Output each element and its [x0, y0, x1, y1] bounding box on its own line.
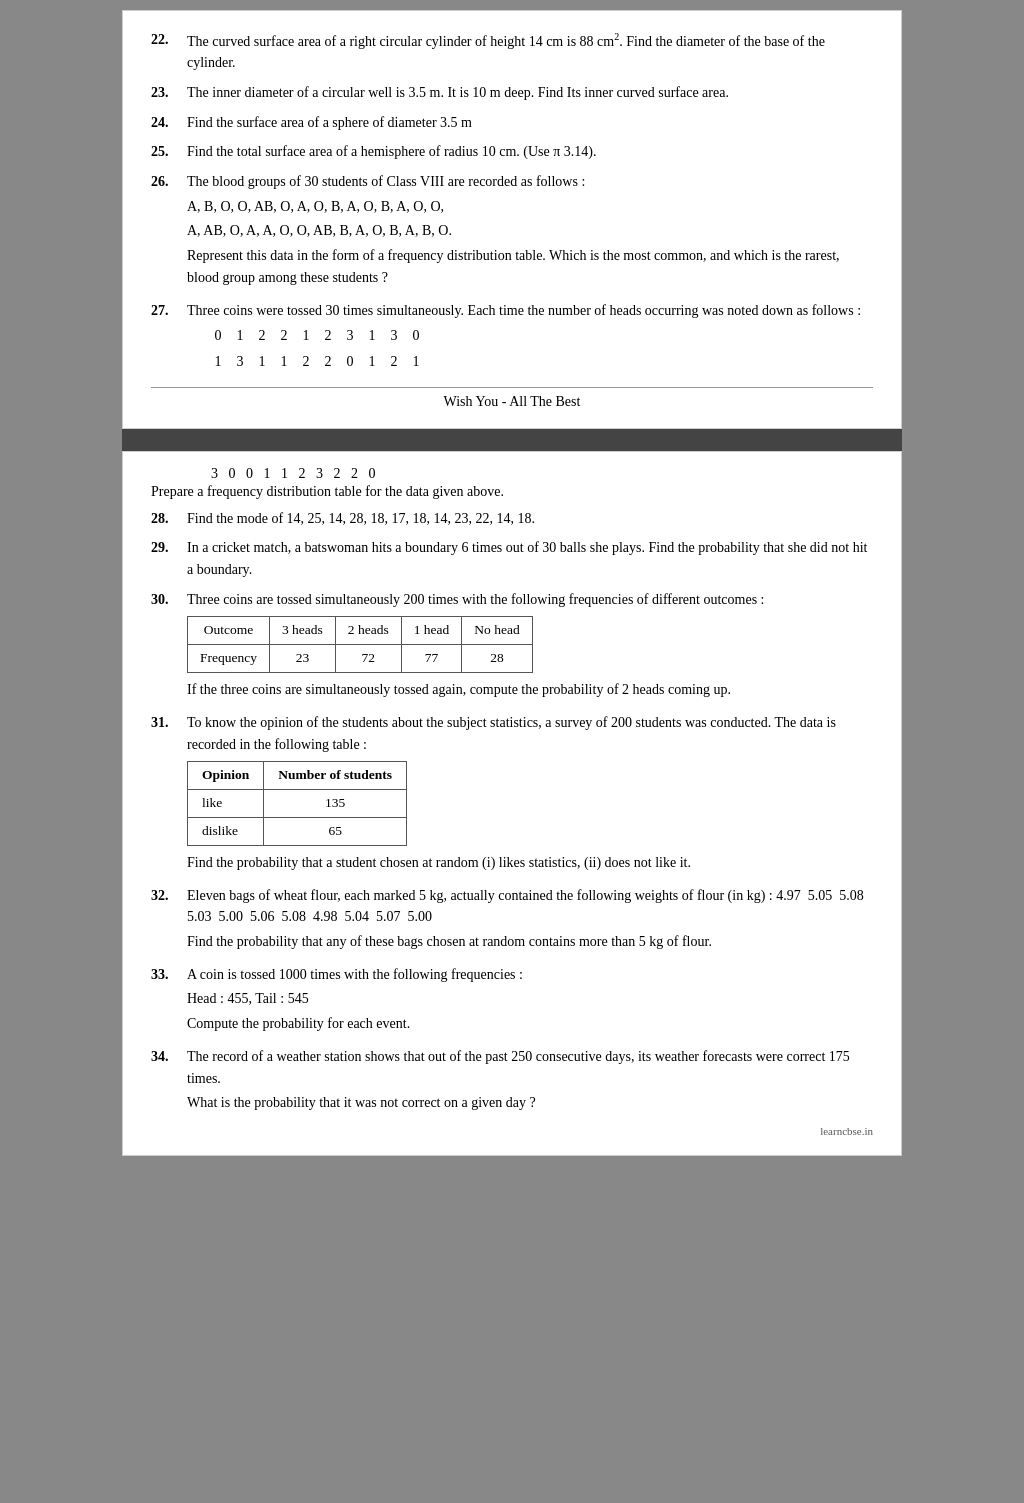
question-23: 23. The inner diameter of a circular wel…: [151, 82, 873, 104]
question-32: 32. Eleven bags of wheat flour, each mar…: [151, 885, 873, 956]
wish-bar: Wish You - All The Best: [151, 387, 873, 410]
page-separator: [122, 429, 902, 451]
question-29: 29. In a cricket match, a batswoman hits…: [151, 537, 873, 580]
col-opinion: Opinion: [188, 762, 264, 790]
col-outcome: Outcome: [188, 617, 270, 645]
q28-num: 28.: [151, 508, 187, 530]
col-nohead: No head: [462, 617, 532, 645]
freq-3heads: 23: [269, 645, 335, 673]
page-top: 22. The curved surface area of a right c…: [122, 10, 902, 429]
q22-num: 22.: [151, 29, 187, 74]
question-28: 28. Find the mode of 14, 25, 14, 28, 18,…: [151, 508, 873, 530]
q28-text: Find the mode of 14, 25, 14, 28, 18, 17,…: [187, 508, 873, 530]
col-1head: 1 head: [401, 617, 462, 645]
q25-num: 25.: [151, 141, 187, 163]
coins-row2: 13112 20121: [207, 351, 873, 373]
opinion-like: like: [188, 790, 264, 818]
q33-num: 33.: [151, 964, 187, 1038]
q34-num: 34.: [151, 1046, 187, 1117]
question-26: 26. The blood groups of 30 students of C…: [151, 171, 873, 291]
col-num-students: Number of students: [264, 762, 407, 790]
students-like: 135: [264, 790, 407, 818]
students-dislike: 65: [264, 818, 407, 846]
question-22: 22. The curved surface area of a right c…: [151, 29, 873, 74]
col-3heads: 3 heads: [269, 617, 335, 645]
q29-text: In a cricket match, a batswoman hits a b…: [187, 537, 873, 580]
question-24: 24. Find the surface area of a sphere of…: [151, 112, 873, 134]
q23-num: 23.: [151, 82, 187, 104]
freq-1head: 77: [401, 645, 462, 673]
q31-num: 31.: [151, 712, 187, 877]
freq-2heads: 72: [335, 645, 401, 673]
q32-num: 32.: [151, 885, 187, 956]
q31-text: To know the opinion of the students abou…: [187, 712, 873, 877]
q34-text: The record of a weather station shows th…: [187, 1046, 873, 1117]
question-34: 34. The record of a weather station show…: [151, 1046, 873, 1117]
q32-text: Eleven bags of wheat flour, each marked …: [187, 885, 873, 956]
q30-num: 30.: [151, 589, 187, 704]
col-2heads: 2 heads: [335, 617, 401, 645]
prepare-text: Prepare a frequency distribution table f…: [151, 484, 873, 500]
page-bottom: 3 0 0 1 1 2 3 2 2 0 Prepare a frequency …: [122, 451, 902, 1156]
coins-row1: 01221 23130: [207, 325, 873, 347]
q30-table: Outcome 3 heads 2 heads 1 head No head F…: [187, 616, 533, 673]
question-27: 27. Three coins were tossed 30 times sim…: [151, 300, 873, 377]
freq-nohead: 28: [462, 645, 532, 673]
data-sequence: 3 0 0 1 1 2 3 2 2 0: [151, 466, 873, 482]
q30-text: Three coins are tossed simultaneously 20…: [187, 589, 873, 704]
question-30: 30. Three coins are tossed simultaneousl…: [151, 589, 873, 704]
watermark-note: learncbse.in: [151, 1125, 873, 1137]
q23-text: The inner diameter of a circular well is…: [187, 82, 873, 104]
q24-text: Find the surface area of a sphere of dia…: [187, 112, 873, 134]
q31-table: Opinion Number of students like 135 disl…: [187, 761, 407, 846]
question-31: 31. To know the opinion of the students …: [151, 712, 873, 877]
question-33: 33. A coin is tossed 1000 times with the…: [151, 964, 873, 1038]
opinion-dislike: dislike: [188, 818, 264, 846]
q27-text: Three coins were tossed 30 times simulta…: [187, 300, 873, 377]
q25-text: Find the total surface area of a hemisph…: [187, 141, 873, 163]
question-25: 25. Find the total surface area of a hem…: [151, 141, 873, 163]
q24-num: 24.: [151, 112, 187, 134]
q29-num: 29.: [151, 537, 187, 580]
q26-text: The blood groups of 30 students of Class…: [187, 171, 873, 291]
row-freq-label: Frequency: [188, 645, 270, 673]
q22-text: The curved surface area of a right circu…: [187, 29, 873, 74]
q26-num: 26.: [151, 171, 187, 291]
q27-num: 27.: [151, 300, 187, 377]
q33-text: A coin is tossed 1000 times with the fol…: [187, 964, 873, 1038]
